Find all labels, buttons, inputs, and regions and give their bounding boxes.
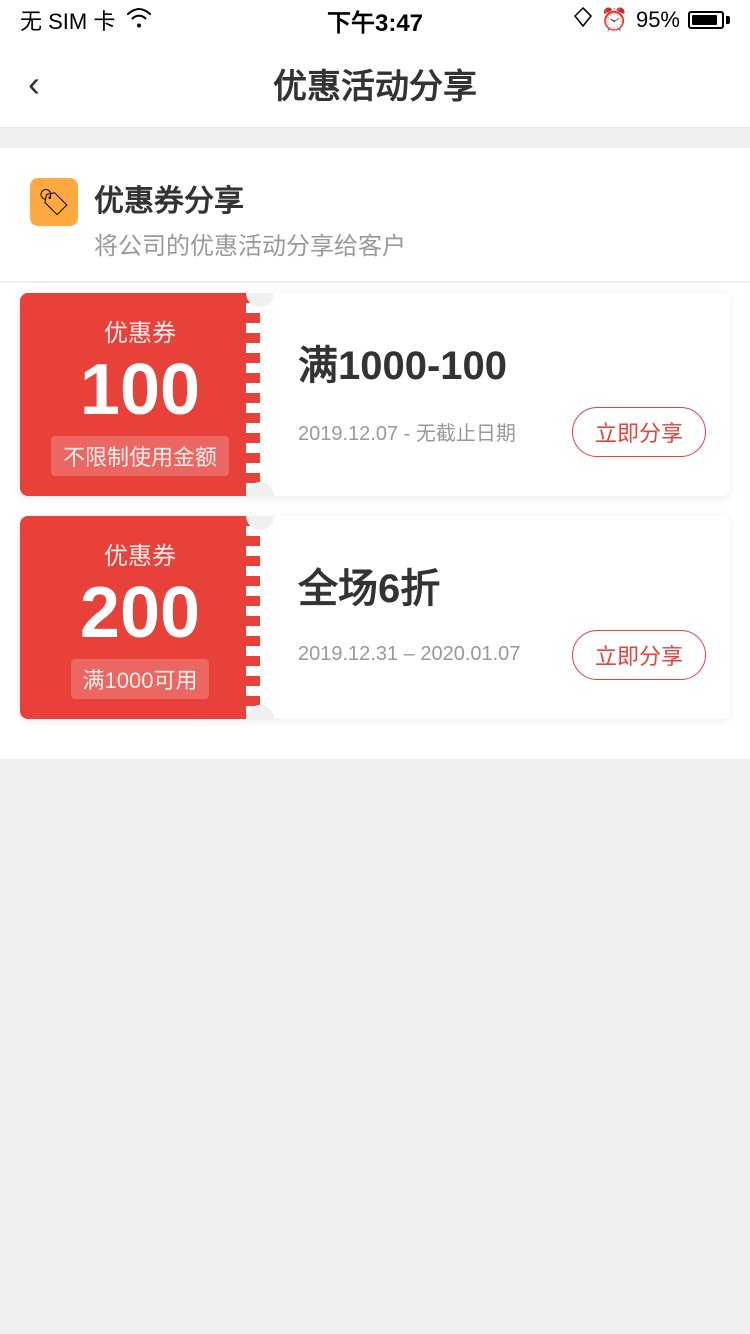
location-icon	[573, 6, 593, 34]
wifi-icon	[125, 6, 153, 34]
section-title: 优惠券分享	[94, 176, 406, 220]
carrier-text: 无 SIM 卡	[20, 4, 115, 36]
coupon-amount-1: 200	[80, 577, 200, 649]
battery-percentage: 95%	[636, 7, 680, 33]
coupon-name-0: 满1000-100	[298, 333, 706, 391]
status-right: ⏰ 95%	[573, 6, 730, 34]
coupon-circle-bottom	[246, 705, 274, 719]
coupon-label-1: 优惠券	[104, 536, 176, 571]
coupon-circle-bottom	[246, 482, 274, 496]
coupon-card: 优惠券 200 满1000可用 全场6折 2019.12.31 – 2020.0…	[20, 516, 730, 719]
coupon-meta-0: 2019.12.07 - 无截止日期 立即分享	[298, 407, 706, 457]
coupon-condition-1: 满1000可用	[71, 659, 210, 699]
coupon-date-1: 2019.12.31 – 2020.01.07	[298, 643, 562, 666]
coupon-left-0: 优惠券 100 不限制使用金额	[20, 293, 260, 496]
share-button-1[interactable]: 立即分享	[572, 630, 706, 680]
coupon-meta-1: 2019.12.31 – 2020.01.07 立即分享	[298, 630, 706, 680]
back-button[interactable]: ‹	[28, 63, 40, 105]
share-button-0[interactable]: 立即分享	[572, 407, 706, 457]
section-subtitle: 将公司的优惠活动分享给客户	[94, 226, 406, 261]
coupon-condition-0: 不限制使用金额	[51, 436, 229, 476]
section-header: 🏷 优惠券分享 将公司的优惠活动分享给客户	[0, 148, 750, 281]
coupon-label-0: 优惠券	[104, 313, 176, 348]
status-time: 下午3:47	[327, 3, 423, 38]
nav-title: 优惠活动分享	[273, 59, 477, 108]
status-left: 无 SIM 卡	[20, 4, 153, 36]
coupon-icon: 🏷	[30, 178, 78, 226]
coupon-right-0: 满1000-100 2019.12.07 - 无截止日期 立即分享	[274, 293, 730, 496]
coupon-date-0: 2019.12.07 - 无截止日期	[298, 417, 562, 446]
coupon-list: 优惠券 100 不限制使用金额 满1000-100 2019.12.07 - 无…	[0, 283, 750, 759]
status-bar: 无 SIM 卡 下午3:47 ⏰ 95%	[0, 0, 750, 40]
coupon-right-1: 全场6折 2019.12.31 – 2020.01.07 立即分享	[274, 516, 730, 719]
section-text-group: 优惠券分享 将公司的优惠活动分享给客户	[94, 176, 406, 261]
coupon-card: 优惠券 100 不限制使用金额 满1000-100 2019.12.07 - 无…	[20, 293, 730, 496]
coupon-left-1: 优惠券 200 满1000可用	[20, 516, 260, 719]
nav-bar: ‹ 优惠活动分享	[0, 40, 750, 128]
alarm-icon: ⏰	[601, 7, 628, 33]
coupon-circle-top	[246, 516, 274, 530]
empty-area	[0, 759, 750, 1259]
coupon-circle-top	[246, 293, 274, 307]
battery-icon	[688, 11, 730, 29]
coupon-name-1: 全场6折	[298, 556, 706, 614]
coupon-amount-0: 100	[80, 354, 200, 426]
